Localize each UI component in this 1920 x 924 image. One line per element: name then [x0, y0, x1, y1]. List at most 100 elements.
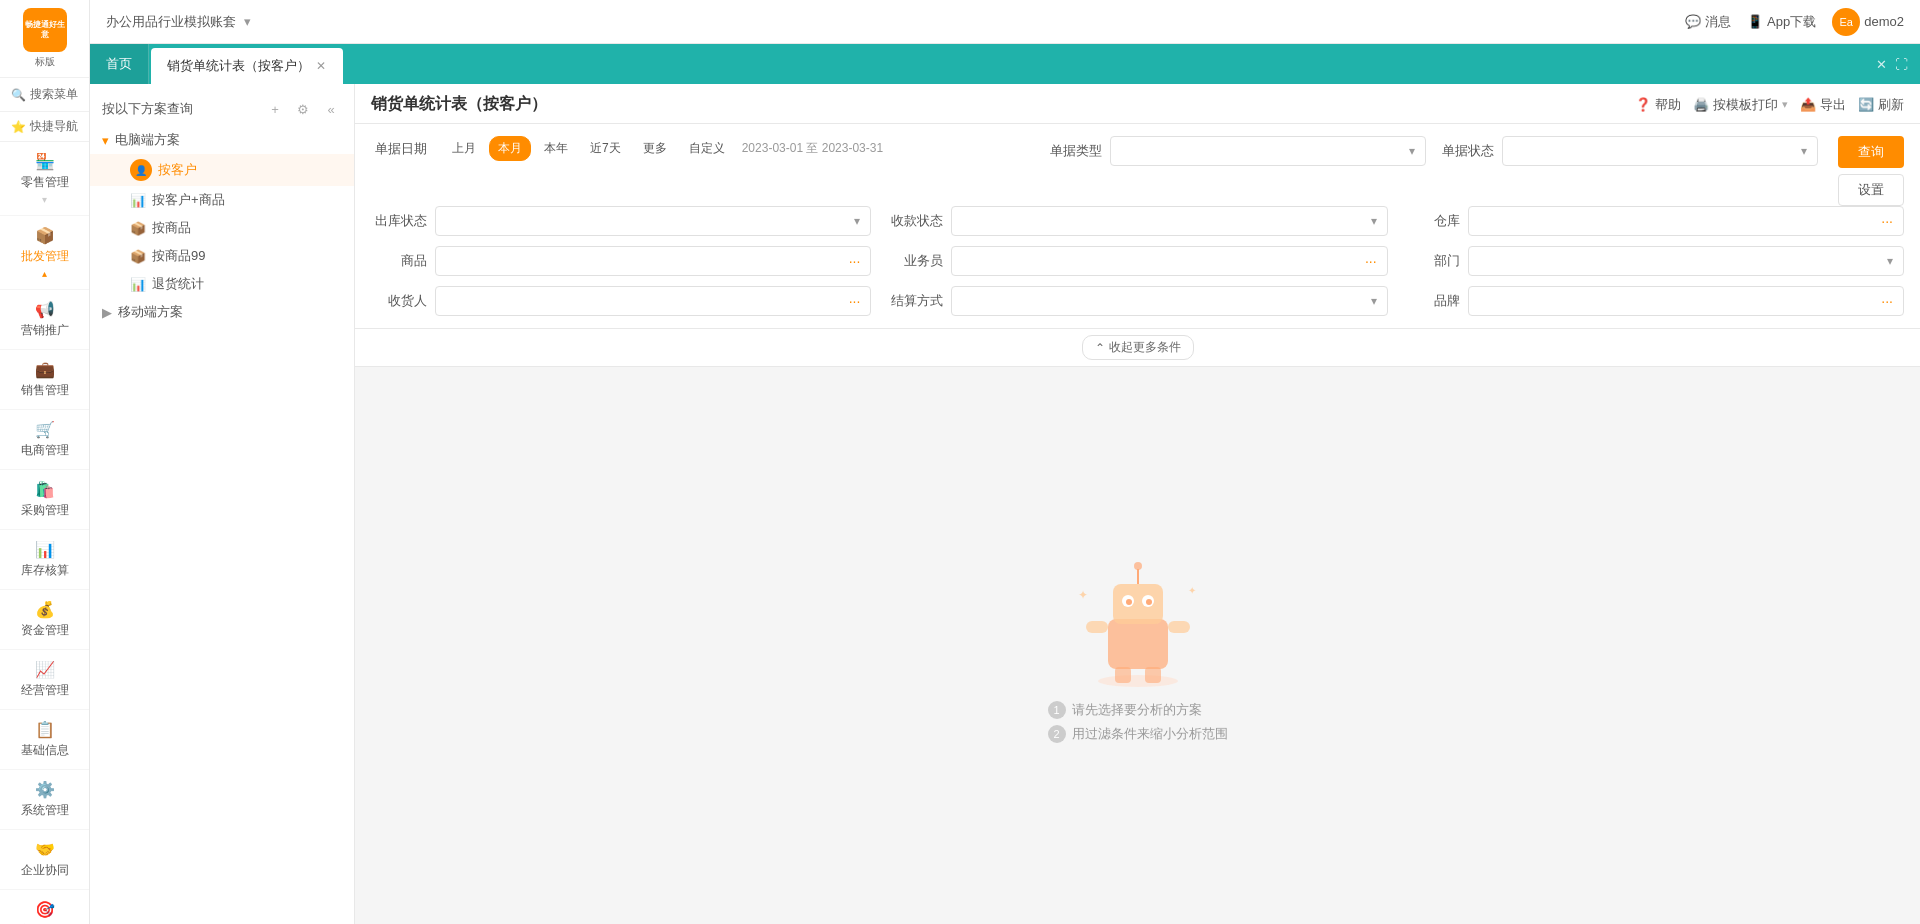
- date-btn-7days[interactable]: 近7天: [581, 136, 630, 161]
- filter-date-group: 单据日期 上月 本月 本年: [371, 136, 1034, 169]
- sidebar-item-enterprise[interactable]: 🤝 企业协同: [0, 830, 89, 890]
- message-button[interactable]: 💬 消息: [1685, 13, 1731, 31]
- order-type-select[interactable]: ▾: [1110, 136, 1426, 166]
- left-panel-title: 按以下方案查询: [102, 100, 193, 118]
- empty-tip-1: 1 请先选择要分析的方案: [1048, 701, 1228, 719]
- svg-rect-1: [1108, 619, 1168, 669]
- industry-label: 办公用品行业模拟账套: [106, 13, 236, 31]
- date-range-value: 2023-03-01 至 2023-03-31: [742, 140, 883, 157]
- user-profile[interactable]: Ea demo2: [1832, 8, 1904, 36]
- date-btn-this-year[interactable]: 本年: [535, 136, 577, 161]
- home-label: 首页: [106, 55, 132, 73]
- logo-icon: 畅捷通好生意: [23, 8, 67, 52]
- system-icon: ⚙️: [35, 780, 55, 799]
- export-button[interactable]: 📤 导出: [1800, 96, 1846, 114]
- sidebar-item-inventory[interactable]: 📊 库存核算: [0, 530, 89, 590]
- tip-num-1: 1: [1048, 701, 1066, 719]
- filter-consignee: 收货人 ···: [371, 286, 871, 316]
- refresh-button[interactable]: 🔄 刷新: [1858, 96, 1904, 114]
- customer-product-icon: 📊: [130, 193, 146, 208]
- product-select[interactable]: ···: [435, 246, 871, 276]
- tree-section-desktop[interactable]: ▾ 电脑端方案: [90, 126, 354, 154]
- settings-scheme-button[interactable]: ⚙: [292, 98, 314, 120]
- topbar-right: 💬 消息 📱 App下载 Ea demo2: [1685, 8, 1904, 36]
- tree-item-customer-product[interactable]: 📊 按客户+商品: [90, 186, 354, 214]
- receipt-status-select[interactable]: ▾: [951, 206, 1387, 236]
- date-btn-this-month[interactable]: 本月: [489, 136, 531, 161]
- chevron-up-icon: ▴: [42, 268, 47, 279]
- warehouse-dots-icon: ···: [1881, 213, 1893, 229]
- svg-point-8: [1134, 562, 1142, 570]
- warehouse-label: 仓库: [1404, 212, 1460, 230]
- tree-item-return-stats[interactable]: 📊 退货统计: [90, 270, 354, 298]
- consignee-dots-icon: ···: [849, 293, 861, 309]
- search-menu-item[interactable]: 🔍 搜索菜单: [0, 78, 89, 112]
- chevron-down-icon: ▾: [42, 194, 47, 205]
- refresh-icon: 🔄: [1858, 97, 1874, 112]
- topbar-left: 办公用品行业模拟账套 ▾: [106, 13, 251, 31]
- tab-home[interactable]: 首页: [90, 44, 149, 84]
- settlement-select[interactable]: ▾: [951, 286, 1387, 316]
- tree-section-mobile[interactable]: ▶ 移动端方案: [90, 298, 354, 326]
- content-area: 按以下方案查询 + ⚙ « ▾ 电脑端方案: [90, 84, 1920, 924]
- date-btn-more[interactable]: 更多: [634, 136, 676, 161]
- collapse-panel-button[interactable]: «: [320, 98, 342, 120]
- date-label: 单据日期: [371, 140, 427, 158]
- search-icon: 🔍: [11, 88, 26, 102]
- collapse-button[interactable]: ⌃ 收起更多条件: [1082, 335, 1194, 360]
- svg-point-6: [1146, 599, 1152, 605]
- date-btn-custom[interactable]: 自定义: [680, 136, 734, 161]
- avatar: Ea: [1832, 8, 1860, 36]
- order-status-select[interactable]: ▾: [1502, 136, 1818, 166]
- sidebar-item-retail[interactable]: 🏪 零售管理 ▾: [0, 142, 89, 216]
- filter-row-2: 出库状态 ▾ 收款状态 ▾ 仓库: [371, 206, 1904, 236]
- sidebar-item-purchase[interactable]: 🛍️ 采购管理: [0, 470, 89, 530]
- sidebar-item-finance[interactable]: 💰 资金管理: [0, 590, 89, 650]
- sidebar-item-ecommerce[interactable]: 🛒 电商管理: [0, 410, 89, 470]
- sidebar: 畅捷通好生意 标版 🔍 搜索菜单 ⭐ 快捷导航 🏪 零售管理 ▾ 📦 批发管理 …: [0, 0, 90, 924]
- industry-dropdown-icon[interactable]: ▾: [244, 14, 251, 29]
- consignee-select[interactable]: ···: [435, 286, 871, 316]
- svg-rect-2: [1113, 584, 1163, 624]
- query-button[interactable]: 查询: [1838, 136, 1904, 168]
- filter-order-type-group: 单据类型 ▾: [1046, 136, 1426, 166]
- filter-receipt-status: 收款状态 ▾: [887, 206, 1387, 236]
- quick-nav-item[interactable]: ⭐ 快捷导航: [0, 112, 89, 142]
- sidebar-item-system[interactable]: ⚙️ 系统管理: [0, 770, 89, 830]
- filter-department: 部门 ▾: [1404, 246, 1904, 276]
- help-icon: ❓: [1635, 97, 1651, 112]
- sidebar-item-marketing[interactable]: 📢 营销推广: [0, 290, 89, 350]
- order-status-arrow-icon: ▾: [1801, 144, 1807, 158]
- brand-select[interactable]: ···: [1468, 286, 1904, 316]
- sidebar-item-sales[interactable]: 💼 销售管理: [0, 350, 89, 410]
- sidebar-item-wholesale[interactable]: 📦 批发管理 ▴: [0, 216, 89, 290]
- sales-icon: 💼: [35, 360, 55, 379]
- order-type-arrow-icon: ▾: [1409, 144, 1415, 158]
- out-status-select[interactable]: ▾: [435, 206, 871, 236]
- filter-out-status: 出库状态 ▾: [371, 206, 871, 236]
- department-select[interactable]: ▾: [1468, 246, 1904, 276]
- help-button[interactable]: ❓ 帮助: [1635, 96, 1681, 114]
- tab-sales-stats[interactable]: 销货单统计表（按客户） ✕: [151, 48, 343, 84]
- receipt-status-arrow-icon: ▾: [1371, 214, 1377, 228]
- settings-button[interactable]: 设置: [1838, 174, 1904, 206]
- sidebar-item-newuser[interactable]: 🎯 新手引导: [0, 890, 89, 924]
- filter-warehouse: 仓库 ···: [1404, 206, 1904, 236]
- tree-item-by-product99[interactable]: 📦 按商品99: [90, 242, 354, 270]
- close-window-icon[interactable]: ✕: [1876, 57, 1887, 72]
- salesperson-select[interactable]: ···: [951, 246, 1387, 276]
- print-button[interactable]: 🖨️ 按模板打印 ▾: [1693, 96, 1788, 114]
- tab-close-icon[interactable]: ✕: [316, 59, 326, 73]
- product-label: 商品: [371, 252, 427, 270]
- add-scheme-button[interactable]: +: [264, 98, 286, 120]
- sidebar-item-basics[interactable]: 📋 基础信息: [0, 710, 89, 770]
- app-download-button[interactable]: 📱 App下载: [1747, 13, 1816, 31]
- warehouse-select[interactable]: ···: [1468, 206, 1904, 236]
- tree-item-by-product[interactable]: 📦 按商品: [90, 214, 354, 242]
- maximize-window-icon[interactable]: ⛶: [1895, 57, 1908, 72]
- out-status-arrow-icon: ▾: [854, 214, 860, 228]
- empty-tips: 1 请先选择要分析的方案 2 用过滤条件来缩小分析范围: [1048, 701, 1228, 743]
- date-btn-last-month[interactable]: 上月: [443, 136, 485, 161]
- sidebar-item-operation[interactable]: 📈 经营管理: [0, 650, 89, 710]
- tree-item-by-customer[interactable]: 👤 按客户: [90, 154, 354, 186]
